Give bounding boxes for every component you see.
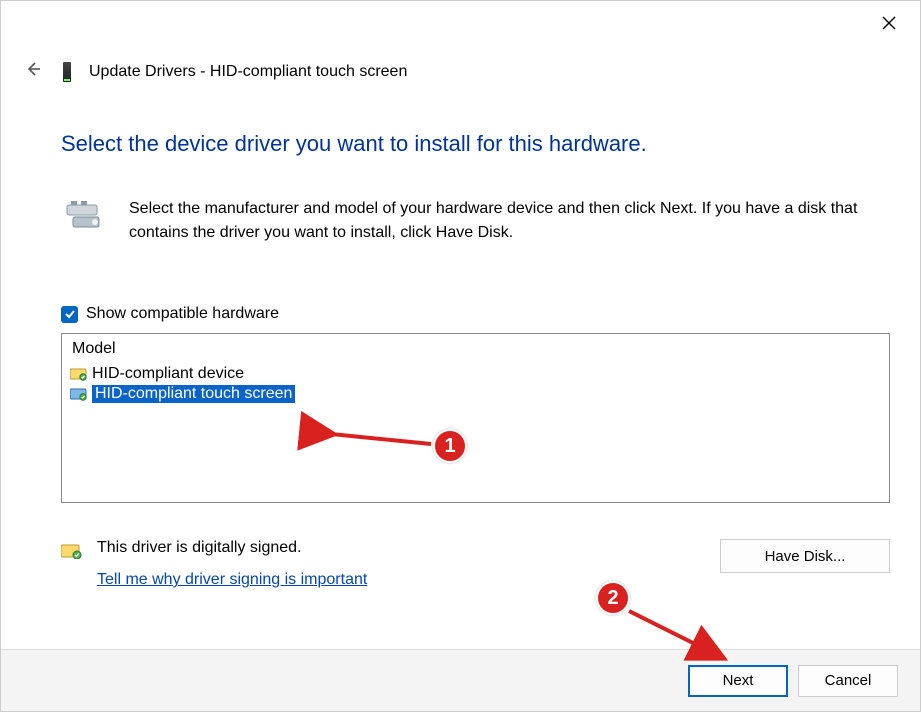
hardware-icon [61,199,107,231]
page-heading: Select the device driver you want to ins… [61,131,890,157]
have-disk-button[interactable]: Have Disk... [720,539,890,573]
back-button[interactable] [21,57,45,86]
signing-status: This driver is digitally signed. [97,539,367,557]
model-header: Model [70,340,881,358]
model-item-label: HID-compliant touch screen [92,385,295,403]
driver-signed-icon [70,387,88,401]
model-listbox[interactable]: Model HID-compliant device HID-compliant… [61,333,890,503]
signing-info-link[interactable]: Tell me why driver signing is important [97,571,367,589]
annotation-badge-1: 1 [433,429,467,463]
driver-signed-icon [70,367,88,381]
dialog-title: Update Drivers - HID-compliant touch scr… [89,63,407,81]
titlebar: Update Drivers - HID-compliant touch scr… [21,57,407,86]
checkbox-icon [61,306,78,323]
model-item[interactable]: HID-compliant device [70,364,881,384]
model-item-label: HID-compliant device [92,365,244,383]
update-drivers-dialog: Update Drivers - HID-compliant touch scr… [0,0,921,712]
cancel-button[interactable]: Cancel [798,665,898,697]
next-button[interactable]: Next [688,665,788,697]
instruction-text: Select the manufacturer and model of you… [129,197,890,245]
close-button[interactable] [874,11,904,37]
checkbox-label: Show compatible hardware [86,305,279,323]
annotation-badge-2: 2 [596,581,630,615]
dialog-footer: Next Cancel [1,649,920,711]
driver-signed-icon [61,543,83,559]
device-icon [63,62,71,82]
model-item-selected[interactable]: HID-compliant touch screen [70,384,881,404]
show-compatible-checkbox[interactable]: Show compatible hardware [61,305,890,323]
